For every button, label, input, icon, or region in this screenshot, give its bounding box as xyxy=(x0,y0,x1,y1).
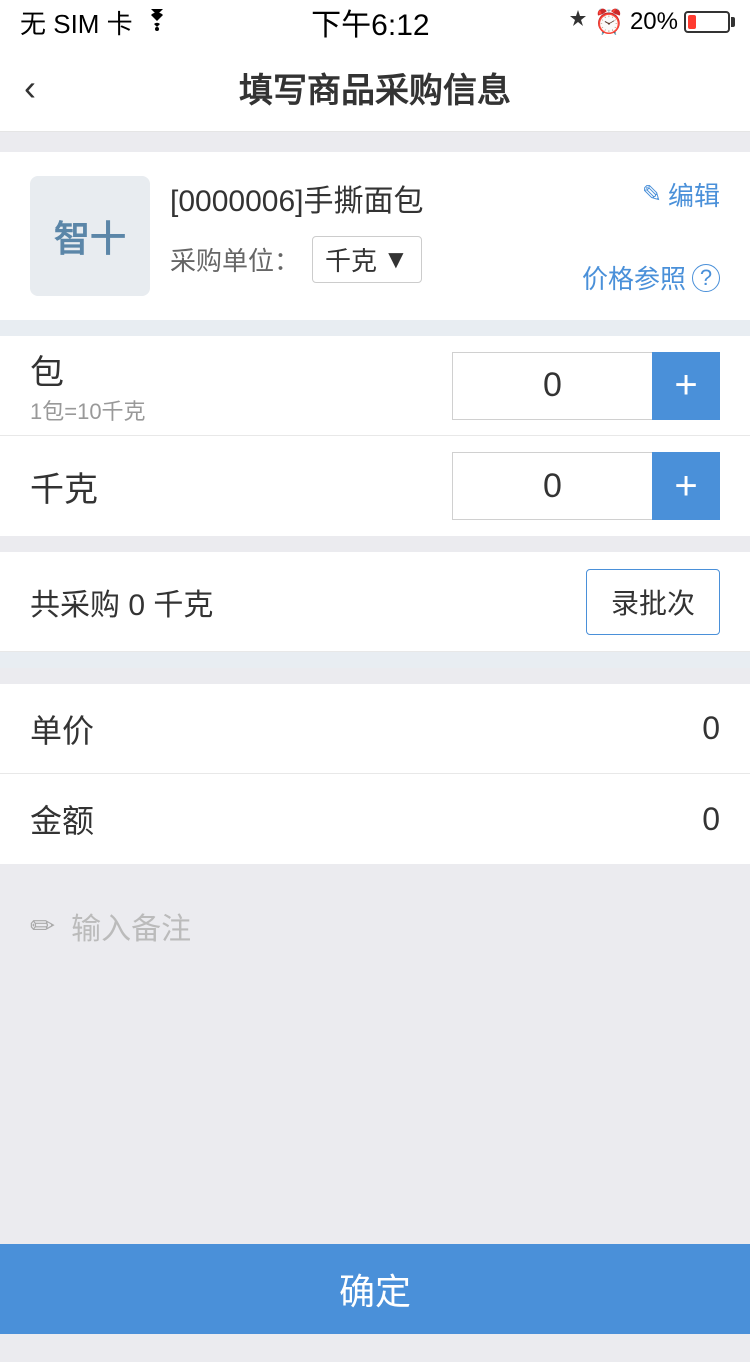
quantity-inputs: 包 1包=10千克 + 千克 + xyxy=(0,336,750,536)
wifi-icon xyxy=(141,7,173,38)
page-title: 填写商品采购信息 xyxy=(239,63,511,112)
bag-row: 包 1包=10千克 + xyxy=(0,336,750,436)
remark-section[interactable]: ✏ 输入备注 xyxy=(0,880,750,972)
product-image: 智十 xyxy=(30,176,150,296)
pencil-icon: ✏ xyxy=(30,909,55,944)
unit-label: 采购单位： xyxy=(170,241,300,278)
nav-bar: ‹ 填写商品采购信息 xyxy=(0,44,750,132)
confirm-label: 确定 xyxy=(339,1263,411,1315)
kg-quantity-control: + xyxy=(452,452,720,520)
section-divider-2 xyxy=(0,652,750,668)
kg-label-main: 千克 xyxy=(30,462,190,511)
time-display: 下午6:12 xyxy=(311,0,429,44)
amount-row: 金额 0 xyxy=(0,774,750,864)
unit-selector[interactable]: 千克 ▼ xyxy=(312,236,422,283)
unit-price-value: 0 xyxy=(702,710,720,747)
alarm-icon: ⏰ xyxy=(594,8,624,37)
price-ref-button[interactable]: 价格参照 ? xyxy=(582,259,720,296)
summary-row: 共采购 0 千克 录批次 xyxy=(0,552,750,652)
status-right: ⏰ 20% xyxy=(568,8,730,37)
amount-label: 金额 xyxy=(30,796,94,842)
bag-label: 包 1包=10千克 xyxy=(30,345,190,426)
kg-plus-button[interactable]: + xyxy=(652,452,720,520)
section-divider-1 xyxy=(0,320,750,336)
kg-quantity-input[interactable] xyxy=(452,452,652,520)
unit-price-label: 单价 xyxy=(30,706,94,752)
edit-button[interactable]: ✎ 编辑 xyxy=(642,176,720,213)
summary-value: 0 xyxy=(128,589,145,622)
bag-label-main: 包 xyxy=(30,345,190,394)
location-icon xyxy=(568,8,588,36)
record-batch-button[interactable]: 录批次 xyxy=(586,569,720,635)
product-logo-text: 智十 xyxy=(54,210,126,262)
summary-section: 共采购 0 千克 录批次 xyxy=(0,552,750,652)
amount-value: 0 xyxy=(702,801,720,838)
back-button[interactable]: ‹ xyxy=(24,67,36,109)
bag-quantity-control: + xyxy=(452,352,720,420)
edit-icon: ✎ xyxy=(642,180,662,209)
status-left: 无 SIM 卡 xyxy=(20,4,173,41)
product-name: [0000006]手撕面包 xyxy=(170,176,720,220)
unit-price-row: 单价 0 xyxy=(0,684,750,774)
confirm-button[interactable]: 确定 xyxy=(0,1244,750,1334)
carrier-text: 无 SIM 卡 xyxy=(20,4,133,41)
summary-unit: 千克 xyxy=(153,589,213,622)
kg-label: 千克 xyxy=(30,462,190,511)
battery-percentage: 20% xyxy=(630,8,678,36)
price-ref-icon: ? xyxy=(692,264,720,292)
bag-plus-button[interactable]: + xyxy=(652,352,720,420)
chevron-down-icon: ▼ xyxy=(383,244,409,275)
kg-row: 千克 + xyxy=(0,436,750,536)
price-section: 单价 0 金额 0 xyxy=(0,684,750,864)
edit-label: 编辑 xyxy=(668,176,720,213)
record-batch-label: 录批次 xyxy=(611,588,695,619)
summary-label: 共采购 xyxy=(30,589,120,622)
summary-text: 共采购 0 千克 xyxy=(30,580,213,624)
bag-label-sub: 1包=10千克 xyxy=(30,394,190,426)
product-card: 智十 [0000006]手撕面包 采购单位： 千克 ▼ ✎ 编辑 价格参照 ? xyxy=(0,152,750,320)
unit-value: 千克 xyxy=(325,241,377,278)
status-bar: 无 SIM 卡 下午6:12 ⏰ 20% xyxy=(0,0,750,44)
content-filler xyxy=(0,972,750,1272)
battery-icon xyxy=(684,11,730,33)
remark-placeholder: 输入备注 xyxy=(71,904,191,948)
price-ref-label: 价格参照 xyxy=(582,259,686,296)
bag-quantity-input[interactable] xyxy=(452,352,652,420)
